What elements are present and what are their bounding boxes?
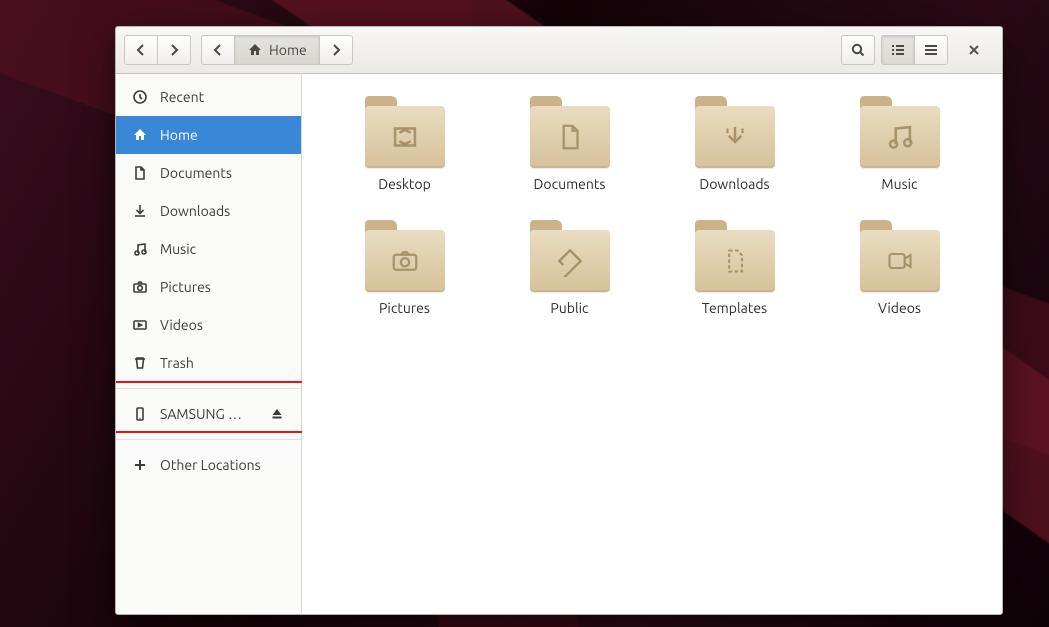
- folder-documents[interactable]: Documents: [490, 96, 650, 192]
- sidebar-item-videos[interactable]: Videos: [116, 306, 301, 344]
- sidebar-item-other-locations[interactable]: Other Locations: [116, 446, 301, 484]
- folder-label: Public: [550, 300, 588, 316]
- folder-downloads[interactable]: Downloads: [655, 96, 815, 192]
- view-options-button[interactable]: [915, 35, 948, 65]
- chevron-right-icon: [166, 42, 182, 58]
- folder-label: Documents: [534, 176, 606, 192]
- sidebar-item-trash[interactable]: Trash: [116, 344, 301, 382]
- folder-icon: [530, 96, 610, 168]
- nav-back-button[interactable]: [124, 35, 158, 65]
- path-segment-home[interactable]: Home: [235, 35, 320, 65]
- hamburger-icon: [923, 42, 939, 58]
- folder-icon: [365, 96, 445, 168]
- sidebar-item-label: Trash: [160, 355, 285, 371]
- pathbar: Home: [201, 35, 353, 65]
- search-button[interactable]: [841, 35, 875, 65]
- sidebar-item-label: Home: [160, 127, 285, 143]
- video-icon: [132, 317, 148, 333]
- folder-public[interactable]: Public: [490, 220, 650, 316]
- folder-desktop[interactable]: Desktop: [325, 96, 485, 192]
- sidebar-item-recent[interactable]: Recent: [116, 78, 301, 116]
- folder-templates[interactable]: Templates: [655, 220, 815, 316]
- nav-forward-button[interactable]: [158, 35, 191, 65]
- path-next-button[interactable]: [320, 35, 353, 65]
- sidebar-item-downloads[interactable]: Downloads: [116, 192, 301, 230]
- sidebar-item-pictures[interactable]: Pictures: [116, 268, 301, 306]
- trash-icon: [132, 355, 148, 371]
- music-icon: [132, 241, 148, 257]
- sidebar-item-label: Videos: [160, 317, 285, 333]
- sidebar-item-device-samsung[interactable]: SAMSUNG …: [116, 395, 301, 433]
- folder-icon: [860, 96, 940, 168]
- sidebar: Recent Home Documents Downloads: [116, 74, 302, 614]
- folder-pictures[interactable]: Pictures: [325, 220, 485, 316]
- folder-icon: [860, 220, 940, 292]
- folder-label: Templates: [702, 300, 767, 316]
- document-icon: [132, 165, 148, 181]
- sidebar-item-label: Downloads: [160, 203, 285, 219]
- headerbar: Home: [116, 27, 1002, 74]
- chevron-left-icon: [133, 42, 149, 58]
- window-close-button[interactable]: [954, 42, 994, 58]
- chevron-left-icon: [210, 42, 226, 58]
- sidebar-item-documents[interactable]: Documents: [116, 154, 301, 192]
- close-icon: [966, 42, 982, 58]
- sidebar-item-home[interactable]: Home: [116, 116, 301, 154]
- eject-icon[interactable]: [269, 406, 285, 422]
- folder-label: Pictures: [379, 300, 430, 316]
- sidebar-item-label: Other Locations: [160, 457, 285, 473]
- list-icon: [890, 42, 906, 58]
- sidebar-item-label: SAMSUNG …: [160, 406, 257, 422]
- folder-icon: [365, 220, 445, 292]
- home-icon: [132, 127, 148, 143]
- folder-icon: [695, 96, 775, 168]
- phone-icon: [132, 406, 148, 422]
- sidebar-item-label: Pictures: [160, 279, 285, 295]
- view-list-button[interactable]: [881, 35, 915, 65]
- window-body: Recent Home Documents Downloads: [116, 74, 1002, 614]
- camera-icon: [132, 279, 148, 295]
- folder-icon: [530, 220, 610, 292]
- search-icon: [850, 42, 866, 58]
- file-manager-window: Home: [115, 26, 1003, 615]
- path-prev-button[interactable]: [201, 35, 235, 65]
- sidebar-item-label: Documents: [160, 165, 285, 181]
- chevron-right-icon: [328, 42, 344, 58]
- folder-view[interactable]: Desktop Documents: [302, 74, 1002, 614]
- folder-label: Music: [881, 176, 917, 192]
- folder-grid: Desktop Documents: [322, 96, 982, 316]
- sidebar-item-label: Recent: [160, 89, 285, 105]
- sidebar-separator: [116, 439, 301, 440]
- download-icon: [132, 203, 148, 219]
- folder-label: Desktop: [378, 176, 431, 192]
- folder-videos[interactable]: Videos: [820, 220, 980, 316]
- path-segment-label: Home: [269, 42, 307, 58]
- folder-label: Downloads: [699, 176, 769, 192]
- sidebar-item-music[interactable]: Music: [116, 230, 301, 268]
- folder-icon: [695, 220, 775, 292]
- folder-music[interactable]: Music: [820, 96, 980, 192]
- home-icon: [247, 42, 263, 58]
- folder-label: Videos: [878, 300, 921, 316]
- plus-icon: [132, 457, 148, 473]
- sidebar-item-label: Music: [160, 241, 285, 257]
- sidebar-separator: [116, 388, 301, 389]
- clock-icon: [132, 89, 148, 105]
